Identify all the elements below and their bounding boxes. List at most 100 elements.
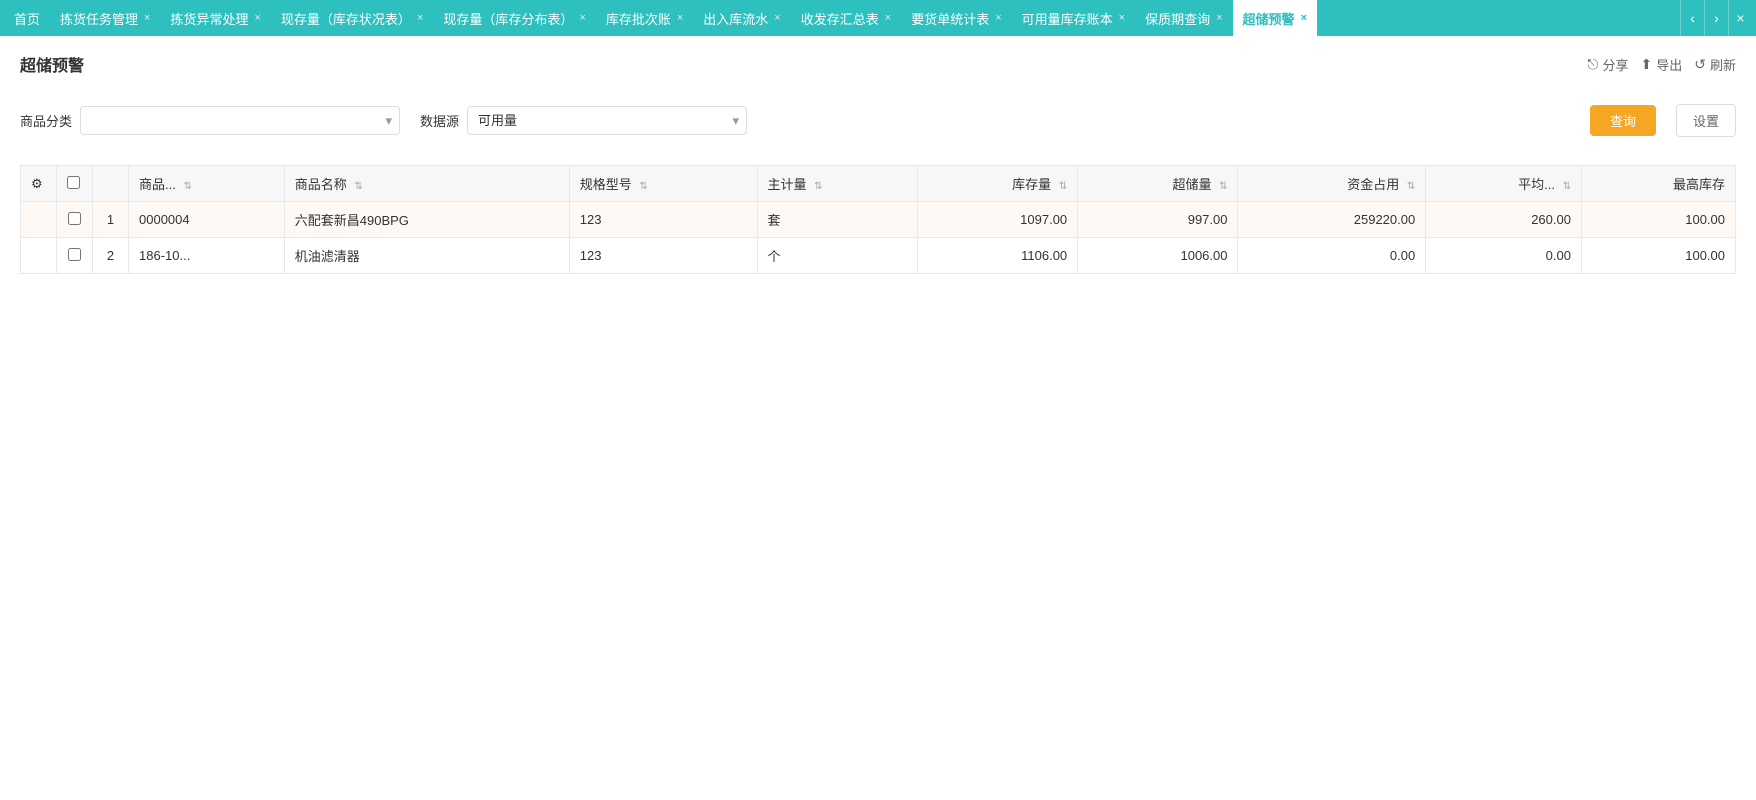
column-main-unit[interactable]: 主计量 ⇅: [757, 166, 917, 202]
column-row-num: [93, 166, 129, 202]
nav-item-batch-account[interactable]: 库存批次账 ×: [596, 0, 693, 36]
nav-item-inventory-status[interactable]: 现存量（库存状况表） ×: [271, 0, 433, 36]
sort-icon: ⇅: [814, 181, 822, 192]
sort-icon: ⇅: [183, 181, 191, 192]
filter-area: 商品分类 ▾ 数据源 可用量 库存量 ▾ 查询 设置: [20, 92, 1736, 149]
row-avg: 260.00: [1426, 202, 1582, 238]
column-checkbox: [57, 166, 93, 202]
nav-item-avail-ledger[interactable]: 可用量库存账本 ×: [1012, 0, 1135, 36]
sort-icon: ⇅: [1407, 181, 1415, 192]
close-tab-icon[interactable]: ×: [254, 12, 260, 24]
sort-icon: ⇅: [639, 181, 647, 192]
column-avg[interactable]: 平均... ⇅: [1426, 166, 1582, 202]
row-inventory: 1097.00: [917, 202, 1077, 238]
nav-item-in-out-flow[interactable]: 出入库流水 ×: [693, 0, 790, 36]
top-navigation: 首页 拣货任务管理 × 拣货异常处理 × 现存量（库存状况表） × 现存量（库存…: [0, 0, 1756, 36]
filter-actions: 查询: [1590, 105, 1656, 136]
row-capital-occupied: 259220.00: [1238, 202, 1426, 238]
row-gear-cell: [21, 238, 57, 274]
page-title: 超储预警: [20, 52, 84, 76]
column-gear[interactable]: ⚙: [21, 166, 57, 202]
close-tab-icon[interactable]: ×: [1216, 12, 1222, 24]
close-tab-icon[interactable]: ×: [885, 12, 891, 24]
close-tab-icon[interactable]: ×: [417, 12, 423, 24]
header-actions: ⎋ 分享 ⬆ 导出 ↺ 刷新: [1587, 55, 1736, 74]
product-category-select-wrapper: ▾: [80, 106, 400, 135]
nav-item-expiry[interactable]: 保质期查询 ×: [1135, 0, 1232, 36]
row-checkbox[interactable]: [68, 248, 81, 261]
nav-item-abnormal[interactable]: 拣货异常处理 ×: [160, 0, 270, 36]
row-spec: 123: [569, 238, 757, 274]
row-number: 2: [93, 238, 129, 274]
column-over-storage[interactable]: 超储量 ⇅: [1078, 166, 1238, 202]
column-product-name[interactable]: 商品名称 ⇅: [284, 166, 569, 202]
row-product-code: 0000004: [129, 202, 285, 238]
close-tab-icon[interactable]: ×: [144, 12, 150, 24]
sort-icon: ⇅: [1563, 181, 1571, 192]
nav-next-button[interactable]: ›: [1704, 0, 1728, 36]
sort-icon: ⇅: [1219, 181, 1227, 192]
row-max-inventory: 100.00: [1581, 238, 1735, 274]
row-gear-cell: [21, 202, 57, 238]
row-checkbox[interactable]: [68, 212, 81, 225]
refresh-button[interactable]: ↺ 刷新: [1694, 55, 1736, 74]
row-checkbox-cell[interactable]: [57, 238, 93, 274]
query-button[interactable]: 查询: [1590, 105, 1656, 136]
sort-icon: ⇅: [354, 181, 362, 192]
nav-item-receive-send[interactable]: 收发存汇总表 ×: [791, 0, 901, 36]
close-tab-icon[interactable]: ×: [774, 12, 780, 24]
product-category-label: 商品分类: [20, 111, 72, 130]
row-main-unit: 套: [757, 202, 917, 238]
select-all-checkbox[interactable]: [67, 176, 80, 189]
row-number: 1: [93, 202, 129, 238]
row-main-unit: 个: [757, 238, 917, 274]
data-source-filter: 数据源 可用量 库存量 ▾: [420, 106, 747, 135]
nav-item-task-mgmt[interactable]: 拣货任务管理 ×: [50, 0, 160, 36]
row-product-name: 六配套新昌490BPG: [284, 202, 569, 238]
table-row[interactable]: 2 186-10... 机油滤清器 123 个 1106.00 1006.00 …: [21, 238, 1736, 274]
product-category-filter: 商品分类 ▾: [20, 106, 400, 135]
table-row[interactable]: 1 0000004 六配套新昌490BPG 123 套 1097.00 997.…: [21, 202, 1736, 238]
share-button[interactable]: ⎋ 分享: [1587, 55, 1628, 74]
row-over-storage: 997.00: [1078, 202, 1238, 238]
data-table: ⚙ 商品... ⇅ 商品名称 ⇅ 规格型号 ⇅ 主计量: [20, 165, 1736, 274]
page-container: 超储预警 ⎋ 分享 ⬆ 导出 ↺ 刷新 商品分类 ▾: [0, 36, 1756, 800]
row-capital-occupied: 0.00: [1238, 238, 1426, 274]
refresh-icon: ↺: [1694, 56, 1706, 73]
export-button[interactable]: ⬆ 导出: [1641, 55, 1683, 74]
row-spec: 123: [569, 202, 757, 238]
column-capital-occupied[interactable]: 资金占用 ⇅: [1238, 166, 1426, 202]
share-icon: ⎋: [1587, 56, 1598, 73]
settings-button[interactable]: 设置: [1676, 104, 1736, 137]
data-source-select-wrapper: 可用量 库存量 ▾: [467, 106, 747, 135]
nav-item-inventory-dist[interactable]: 现存量（库存分布表） ×: [433, 0, 595, 36]
row-avg: 0.00: [1426, 238, 1582, 274]
column-product-code[interactable]: 商品... ⇅: [129, 166, 285, 202]
column-spec[interactable]: 规格型号 ⇅: [569, 166, 757, 202]
data-source-label: 数据源: [420, 111, 459, 130]
close-tab-icon[interactable]: ×: [579, 12, 585, 24]
data-source-select[interactable]: 可用量 库存量: [467, 106, 747, 135]
page-header: 超储预警 ⎋ 分享 ⬆ 导出 ↺ 刷新: [20, 52, 1736, 76]
product-category-select[interactable]: [80, 106, 400, 135]
row-max-inventory: 100.00: [1581, 202, 1735, 238]
row-product-name: 机油滤清器: [284, 238, 569, 274]
column-max-inventory[interactable]: 最高库存: [1581, 166, 1735, 202]
column-inventory[interactable]: 库存量 ⇅: [917, 166, 1077, 202]
row-inventory: 1106.00: [917, 238, 1077, 274]
row-over-storage: 1006.00: [1078, 238, 1238, 274]
nav-close-button[interactable]: ×: [1728, 0, 1752, 36]
row-checkbox-cell[interactable]: [57, 202, 93, 238]
nav-prev-button[interactable]: ‹: [1680, 0, 1704, 36]
sort-icon: ⇅: [1059, 181, 1067, 192]
nav-item-order-stats[interactable]: 要货单统计表 ×: [901, 0, 1011, 36]
export-icon: ⬆: [1641, 56, 1653, 73]
nav-item-home[interactable]: 首页: [4, 0, 50, 36]
close-tab-icon[interactable]: ×: [677, 12, 683, 24]
nav-item-over-storage[interactable]: 超储预警 ×: [1233, 0, 1317, 36]
table-header-row: ⚙ 商品... ⇅ 商品名称 ⇅ 规格型号 ⇅ 主计量: [21, 166, 1736, 202]
close-tab-icon[interactable]: ×: [1119, 12, 1125, 24]
close-tab-icon[interactable]: ×: [1301, 12, 1307, 24]
close-tab-icon[interactable]: ×: [995, 12, 1001, 24]
row-product-code: 186-10...: [129, 238, 285, 274]
